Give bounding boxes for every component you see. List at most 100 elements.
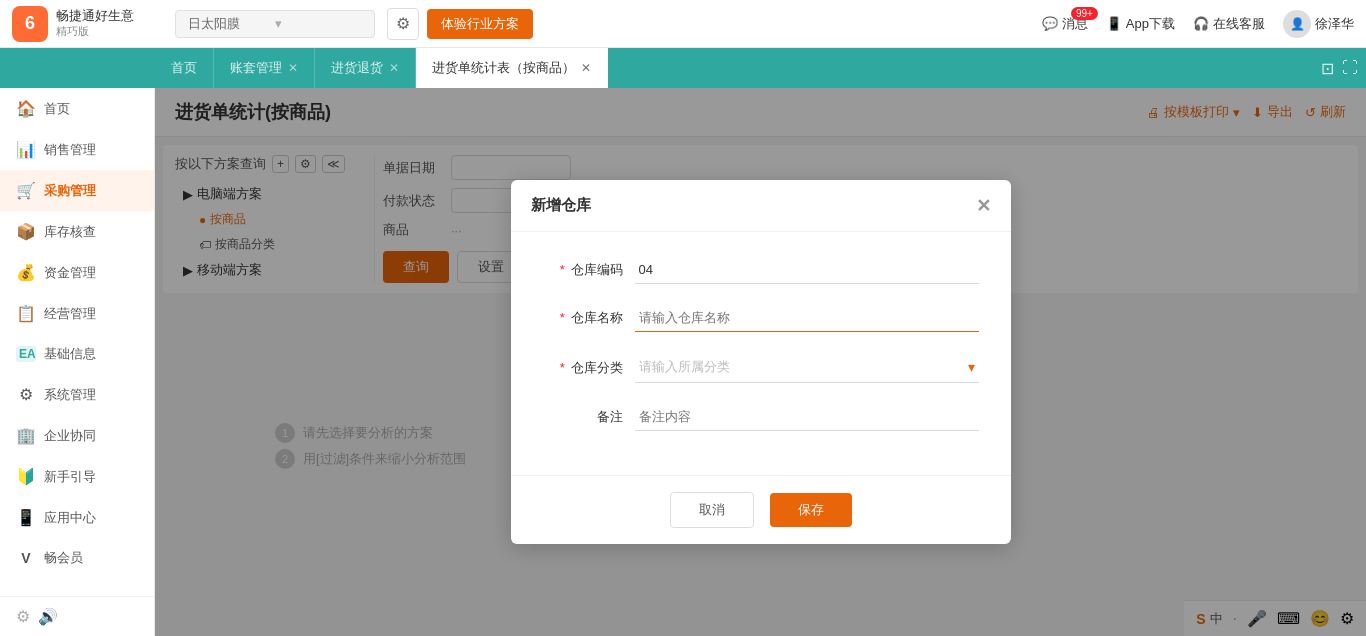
message-badge: 99+ — [1071, 7, 1098, 20]
search-text: 日太阳膜 — [188, 15, 275, 33]
tab-account-label: 账套管理 — [230, 59, 282, 77]
save-button[interactable]: 保存 — [770, 493, 852, 527]
header-search-box[interactable]: 日太阳膜 ▾ — [175, 10, 375, 38]
sidebar-item-member[interactable]: V 畅会员 — [0, 538, 154, 578]
category-required-star: * — [560, 360, 565, 375]
tab-purchase-return[interactable]: 进货退货 ✕ — [315, 48, 416, 88]
home-icon: 🏠 — [16, 99, 36, 118]
member-icon: V — [16, 550, 36, 566]
sidebar-bottom: ⚙ 🔊 — [0, 596, 154, 636]
app-download-label: App下载 — [1126, 15, 1175, 33]
tab-purchase-return-label: 进货退货 — [331, 59, 383, 77]
name-required-star: * — [560, 310, 565, 325]
main-layout: 🏠 首页 📊 销售管理 🛒 采购管理 📦 库存核查 💰 资金管理 📋 经营管理 … — [0, 88, 1366, 636]
enterprise-icon: 🏢 — [16, 426, 36, 445]
sidebar-item-apps[interactable]: 📱 应用中心 — [0, 497, 154, 538]
system-icon: ⚙ — [16, 385, 36, 404]
operation-icon: 📋 — [16, 304, 36, 323]
tab-purchase-stats[interactable]: 进货单统计表（按商品） ✕ — [416, 48, 608, 88]
name-input[interactable] — [635, 304, 979, 332]
name-label: * 仓库名称 — [543, 309, 623, 327]
code-required-star: * — [560, 262, 565, 277]
tab-account[interactable]: 账套管理 ✕ — [214, 48, 315, 88]
speaker-icon[interactable]: 🔊 — [38, 607, 58, 626]
sidebar-inventory-label: 库存核查 — [44, 223, 96, 241]
headset-icon: 🎧 — [1193, 16, 1209, 31]
purchase-icon: 🛒 — [16, 181, 36, 200]
form-row-note: 备注 — [543, 403, 979, 431]
sidebar-enterprise-label: 企业协同 — [44, 427, 96, 445]
tab-bar-right: ⊡ ⛶ — [1321, 59, 1366, 78]
tab-expand-icon[interactable]: ⛶ — [1342, 59, 1358, 77]
sidebar-item-operation[interactable]: 📋 经营管理 — [0, 293, 154, 334]
tab-account-close[interactable]: ✕ — [288, 61, 298, 75]
settings-bottom-icon[interactable]: ⚙ — [16, 607, 30, 626]
sidebar-item-system[interactable]: ⚙ 系统管理 — [0, 374, 154, 415]
sidebar-item-basic[interactable]: EA 基础信息 — [0, 334, 154, 374]
message-icon: 💬 — [1042, 16, 1058, 31]
tab-purchase-stats-label: 进货单统计表（按商品） — [432, 59, 575, 77]
code-label: * 仓库编码 — [543, 261, 623, 279]
sidebar-item-inventory[interactable]: 📦 库存核查 — [0, 211, 154, 252]
category-dropdown-icon: ▾ — [968, 359, 975, 375]
sidebar-item-finance[interactable]: 💰 资金管理 — [0, 252, 154, 293]
cancel-button[interactable]: 取消 — [670, 492, 754, 528]
sidebar-member-label: 畅会员 — [44, 549, 83, 567]
app-download-button[interactable]: 📱 App下载 — [1106, 15, 1175, 33]
tab-home-label: 首页 — [171, 59, 197, 77]
tab-restore-icon[interactable]: ⊡ — [1321, 59, 1334, 78]
sidebar-item-guide[interactable]: 🔰 新手引导 — [0, 456, 154, 497]
guide-icon: 🔰 — [16, 467, 36, 486]
content-area: 进货单统计(按商品) 🖨 按模板打印 ▾ ⬇ 导出 ↺ 刷新 — [155, 88, 1366, 636]
note-label: 备注 — [543, 408, 623, 426]
header-right: 💬 消息 99+ 📱 App下载 🎧 在线客服 👤 徐泽华 — [1042, 10, 1354, 38]
category-placeholder: 请输入所属分类 — [639, 358, 968, 376]
experience-button[interactable]: 体验行业方案 — [427, 9, 533, 39]
form-row-category: * 仓库分类 请输入所属分类 ▾ — [543, 352, 979, 383]
sidebar-sales-label: 销售管理 — [44, 141, 96, 159]
modal-header: 新增仓库 ✕ — [511, 180, 1011, 232]
sidebar: 🏠 首页 📊 销售管理 🛒 采购管理 📦 库存核查 💰 资金管理 📋 经营管理 … — [0, 88, 155, 636]
online-service-button[interactable]: 🎧 在线客服 — [1193, 15, 1265, 33]
sidebar-item-purchase[interactable]: 🛒 采购管理 — [0, 170, 154, 211]
modal-overlay: 新增仓库 ✕ * 仓库编码 * — [155, 88, 1366, 636]
app-logo-icon: 6 — [12, 6, 48, 42]
sidebar-item-home[interactable]: 🏠 首页 — [0, 88, 154, 129]
tab-home[interactable]: 首页 — [155, 48, 214, 88]
gear-button[interactable]: ⚙ — [387, 8, 419, 40]
sidebar-system-label: 系统管理 — [44, 386, 96, 404]
modal-body: * 仓库编码 * 仓库名称 — [511, 232, 1011, 475]
sidebar-guide-label: 新手引导 — [44, 468, 96, 486]
tab-purchase-return-close[interactable]: ✕ — [389, 61, 399, 75]
form-row-code: * 仓库编码 — [543, 256, 979, 284]
basic-icon: EA — [16, 346, 36, 362]
sidebar-apps-label: 应用中心 — [44, 509, 96, 527]
new-warehouse-modal: 新增仓库 ✕ * 仓库编码 * — [511, 180, 1011, 544]
username-label: 徐泽华 — [1315, 15, 1354, 33]
dropdown-icon: ▾ — [275, 16, 362, 31]
sales-icon: 📊 — [16, 140, 36, 159]
avatar: 👤 — [1283, 10, 1311, 38]
finance-icon: 💰 — [16, 263, 36, 282]
modal-close-button[interactable]: ✕ — [976, 197, 991, 215]
message-button[interactable]: 💬 消息 99+ — [1042, 15, 1088, 33]
modal-title: 新增仓库 — [531, 196, 591, 215]
user-menu[interactable]: 👤 徐泽华 — [1283, 10, 1354, 38]
header-actions: ⚙ 体验行业方案 — [387, 8, 533, 40]
category-label: * 仓库分类 — [543, 359, 623, 377]
sidebar-item-sales[interactable]: 📊 销售管理 — [0, 129, 154, 170]
online-service-label: 在线客服 — [1213, 15, 1265, 33]
code-input[interactable] — [635, 256, 979, 284]
sidebar-finance-label: 资金管理 — [44, 264, 96, 282]
sidebar-item-enterprise[interactable]: 🏢 企业协同 — [0, 415, 154, 456]
tab-purchase-stats-close[interactable]: ✕ — [581, 61, 591, 75]
logo-area: 6 畅捷通好生意 精巧版 — [12, 6, 167, 42]
category-select[interactable]: 请输入所属分类 ▾ — [635, 352, 979, 383]
sidebar-operation-label: 经营管理 — [44, 305, 96, 323]
tab-bar: 首页 账套管理 ✕ 进货退货 ✕ 进货单统计表（按商品） ✕ ⊡ ⛶ — [0, 48, 1366, 88]
top-header: 6 畅捷通好生意 精巧版 日太阳膜 ▾ ⚙ 体验行业方案 💬 消息 99+ 📱 … — [0, 0, 1366, 48]
inventory-icon: 📦 — [16, 222, 36, 241]
sidebar-purchase-label: 采购管理 — [44, 182, 96, 200]
note-input[interactable] — [635, 403, 979, 431]
app-name: 畅捷通好生意 — [56, 8, 134, 25]
